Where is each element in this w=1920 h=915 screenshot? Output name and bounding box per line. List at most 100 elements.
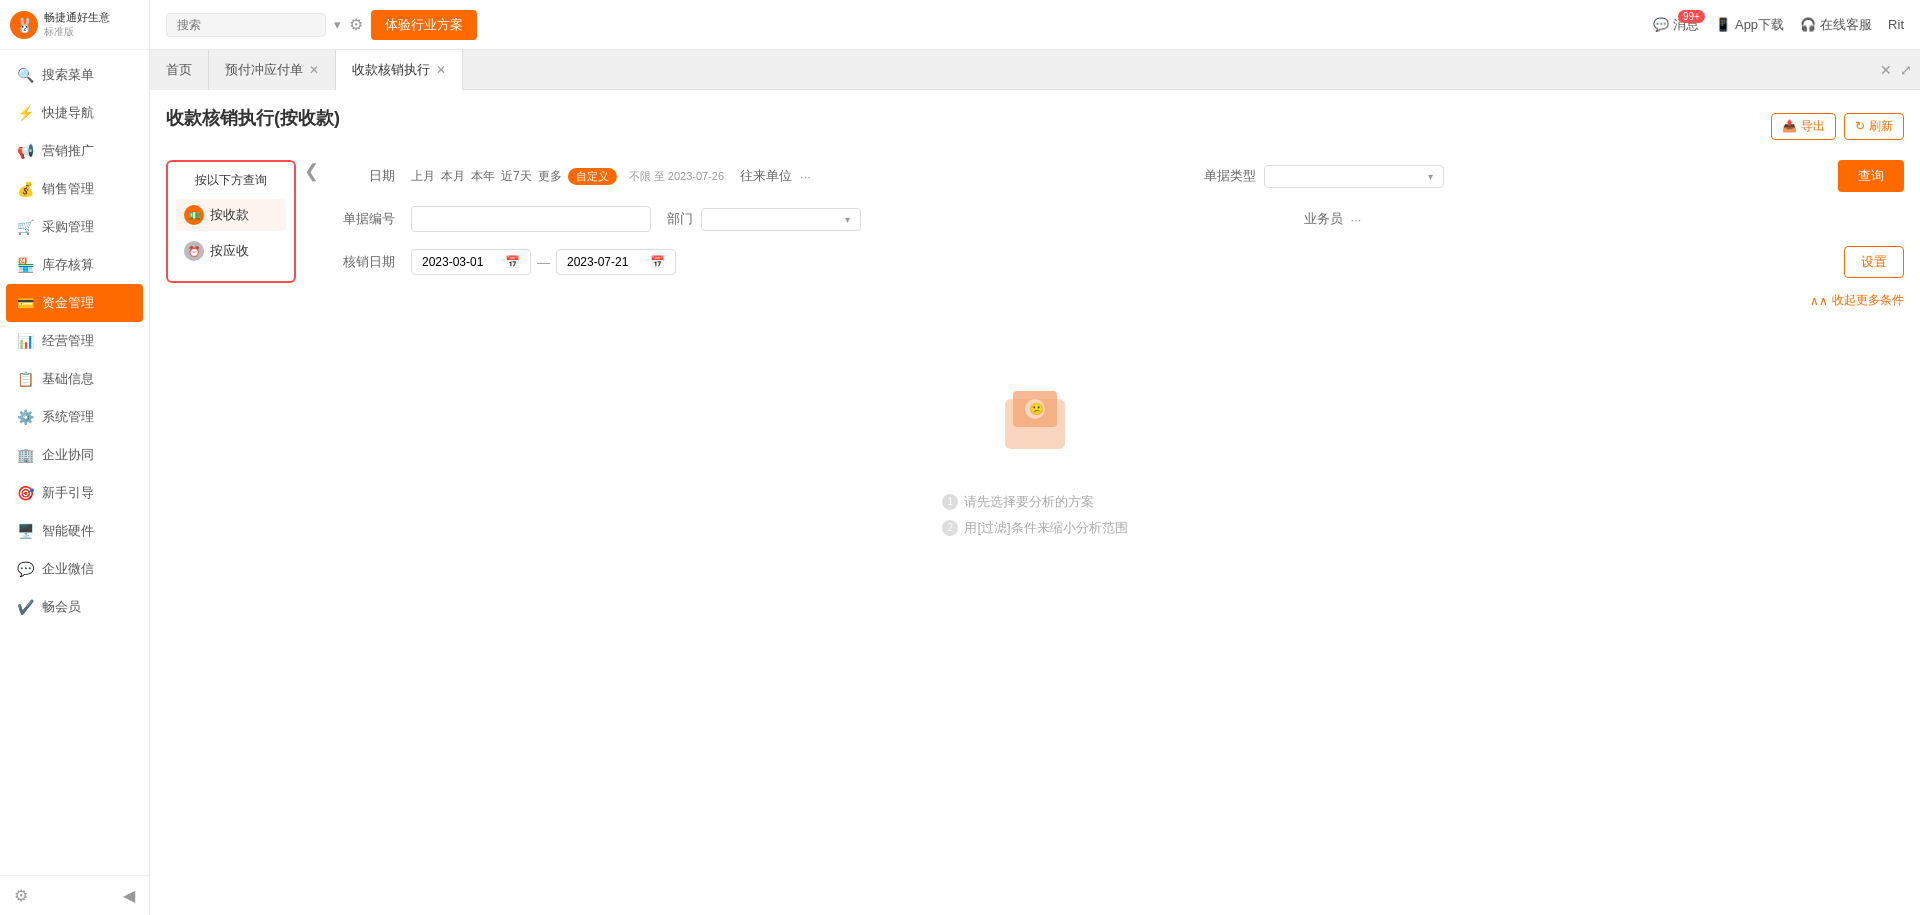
receivable-option-icon: ⏰ [184, 241, 204, 261]
header-gear-icon[interactable]: ⚙ [349, 15, 363, 34]
sales-icon: 💰 [16, 180, 34, 198]
writeoff-start-cal-icon[interactable]: 📅 [505, 255, 520, 269]
filter-option-receivable[interactable]: ⏰ 按应收 [176, 235, 286, 267]
sidebar-label-system: 系统管理 [42, 408, 94, 426]
top-header-left: ▾ ⚙ 体验行业方案 [166, 10, 477, 40]
tab-bar: 首页 预付冲应付单 ✕ 收款核销执行 ✕ ✕ ⤢ [150, 50, 1920, 90]
member-icon: ✔️ [16, 598, 34, 616]
tab-close-all-icon[interactable]: ✕ [1880, 62, 1892, 78]
sidebar-label-search: 搜索菜单 [42, 66, 94, 84]
doc-no-input[interactable] [411, 206, 651, 232]
sidebar-item-guide[interactable]: 🎯 新手引导 [0, 474, 149, 512]
sidebar-item-basicinfo[interactable]: 📋 基础信息 [0, 360, 149, 398]
writeoff-date-start[interactable]: 2023-03-01 📅 [411, 249, 531, 275]
writeoff-start-value: 2023-03-01 [422, 255, 483, 269]
sidebar-item-quicknav[interactable]: ⚡ 快捷导航 [0, 94, 149, 132]
writeoff-date-range: 2023-03-01 📅 — 2023-07-21 📅 [411, 249, 676, 275]
tab-prepay-label: 预付冲应付单 [225, 61, 303, 79]
purchase-icon: 🛒 [16, 218, 34, 236]
basicinfo-icon: 📋 [16, 370, 34, 388]
empty-tip-1: 1 请先选择要分析的方案 [942, 489, 1127, 515]
sidebar-label-marketing: 营销推广 [42, 142, 94, 160]
filter-collapse-arrow[interactable]: ❮ [300, 160, 323, 182]
counterpart-more-icon[interactable]: ··· [800, 169, 811, 184]
service-icon: 🎧 [1800, 17, 1816, 32]
sidebar-item-wechat[interactable]: 💬 企业微信 [0, 550, 149, 588]
doc-type-select[interactable]: ▾ [1264, 165, 1444, 188]
settings-button[interactable]: 设置 [1844, 246, 1904, 278]
filter-option-receivable-label: 按应收 [210, 242, 249, 260]
enterprise-icon: 🏢 [16, 446, 34, 464]
sidebar-item-inventory[interactable]: 🏪 库存核算 [0, 246, 149, 284]
tab-receipt[interactable]: 收款核销执行 ✕ [336, 50, 463, 90]
writeoff-date-end[interactable]: 2023-07-21 📅 [556, 249, 676, 275]
settings-bottom-icon[interactable]: ⚙ [14, 886, 28, 905]
date-label: 日期 [335, 167, 395, 185]
department-arrow: ▾ [845, 214, 850, 225]
message-button[interactable]: 💬 消息 99+ [1653, 16, 1699, 34]
writeoff-date-label: 核销日期 [335, 253, 395, 271]
online-service-link[interactable]: 🎧 在线客服 [1800, 16, 1872, 34]
empty-tip-2-text: 用[过滤]条件来缩小分析范围 [964, 515, 1127, 541]
date-group: 上月 本月 本年 近7天 更多 自定义 不限 至 2023-07-26 [411, 168, 724, 185]
sidebar-item-marketing[interactable]: 📢 营销推广 [0, 132, 149, 170]
user-info[interactable]: Rit [1888, 17, 1904, 32]
tab-home-label: 首页 [166, 61, 192, 79]
sidebar-label-member: 畅会员 [42, 598, 81, 616]
staff-more-icon[interactable]: ··· [1351, 212, 1362, 227]
filter-row-3: 核销日期 2023-03-01 📅 — 2023-07-21 📅 [335, 246, 1904, 278]
sidebar-item-finance[interactable]: 💳 资金管理 [6, 284, 143, 322]
header-dropdown-icon[interactable]: ▾ [334, 17, 341, 32]
sidebar-item-operations[interactable]: 📊 经营管理 [0, 322, 149, 360]
query-button[interactable]: 查询 [1838, 160, 1904, 192]
collapse-sidebar-icon[interactable]: ◀ [123, 886, 135, 905]
header-search-input[interactable] [166, 13, 326, 37]
quicknav-icon: ⚡ [16, 104, 34, 122]
export-button[interactable]: 📤 导出 [1771, 113, 1836, 140]
sidebar-item-enterprise[interactable]: 🏢 企业协同 [0, 436, 149, 474]
receipt-option-icon: 💵 [184, 205, 204, 225]
tip-num-2: 2 [942, 520, 958, 536]
tab-home[interactable]: 首页 [150, 50, 209, 90]
svg-text:😕: 😕 [1029, 401, 1044, 416]
staff-label: 业务员 [1304, 210, 1343, 228]
sidebar-item-member[interactable]: ✔️ 畅会员 [0, 588, 149, 626]
collapse-filter-btn[interactable]: ∧∧ 收起更多条件 [1810, 292, 1904, 309]
counterpart-label: 往来单位 [740, 167, 792, 185]
department-select[interactable]: ▾ [701, 208, 861, 231]
date-custom-tag[interactable]: 自定义 [568, 168, 617, 185]
tab-receipt-close[interactable]: ✕ [436, 63, 446, 77]
sidebar-item-system[interactable]: ⚙️ 系统管理 [0, 398, 149, 436]
date-7days[interactable]: 近7天 [501, 168, 532, 185]
tab-prepay[interactable]: 预付冲应付单 ✕ [209, 50, 336, 90]
logo-icon: 🐰 [10, 11, 38, 39]
industry-btn[interactable]: 体验行业方案 [371, 10, 477, 40]
app-label: App下载 [1735, 16, 1784, 34]
page-content: 收款核销执行(按收款) 📤 导出 ↻ 刷新 按以下方查询 💵 [150, 90, 1920, 915]
date-prev-month[interactable]: 上月 [411, 168, 435, 185]
logo-sub: 标准版 [44, 25, 110, 39]
export-icon: 📤 [1782, 119, 1797, 133]
sidebar-item-purchase[interactable]: 🛒 采购管理 [0, 208, 149, 246]
date-this-year[interactable]: 本年 [471, 168, 495, 185]
app-download-link[interactable]: 📱 App下载 [1715, 16, 1784, 34]
filter-option-receipt[interactable]: 💵 按收款 [176, 199, 286, 231]
refresh-button[interactable]: ↻ 刷新 [1844, 113, 1904, 140]
tab-expand-icon[interactable]: ⤢ [1900, 62, 1912, 78]
main-area: ▾ ⚙ 体验行业方案 💬 消息 99+ 📱 App下载 🎧 在线客服 Rit [150, 0, 1920, 915]
message-icon: 💬 [1653, 17, 1669, 32]
sidebar-label-enterprise: 企业协同 [42, 446, 94, 464]
sidebar-item-search[interactable]: 🔍 搜索菜单 [0, 56, 149, 94]
date-more[interactable]: 更多 [538, 168, 562, 185]
sidebar-item-sales[interactable]: 💰 销售管理 [0, 170, 149, 208]
message-badge: 99+ [1678, 10, 1705, 23]
writeoff-end-cal-icon[interactable]: 📅 [650, 255, 665, 269]
tab-receipt-label: 收款核销执行 [352, 61, 430, 79]
date-this-month[interactable]: 本月 [441, 168, 465, 185]
tab-prepay-close[interactable]: ✕ [309, 63, 319, 77]
writeoff-end-value: 2023-07-21 [567, 255, 628, 269]
sidebar-item-hardware[interactable]: 🖥️ 智能硬件 [0, 512, 149, 550]
user-label: Rit [1888, 17, 1904, 32]
department-label: 部门 [667, 210, 693, 228]
date-hint: 不限 至 2023-07-26 [629, 169, 724, 184]
